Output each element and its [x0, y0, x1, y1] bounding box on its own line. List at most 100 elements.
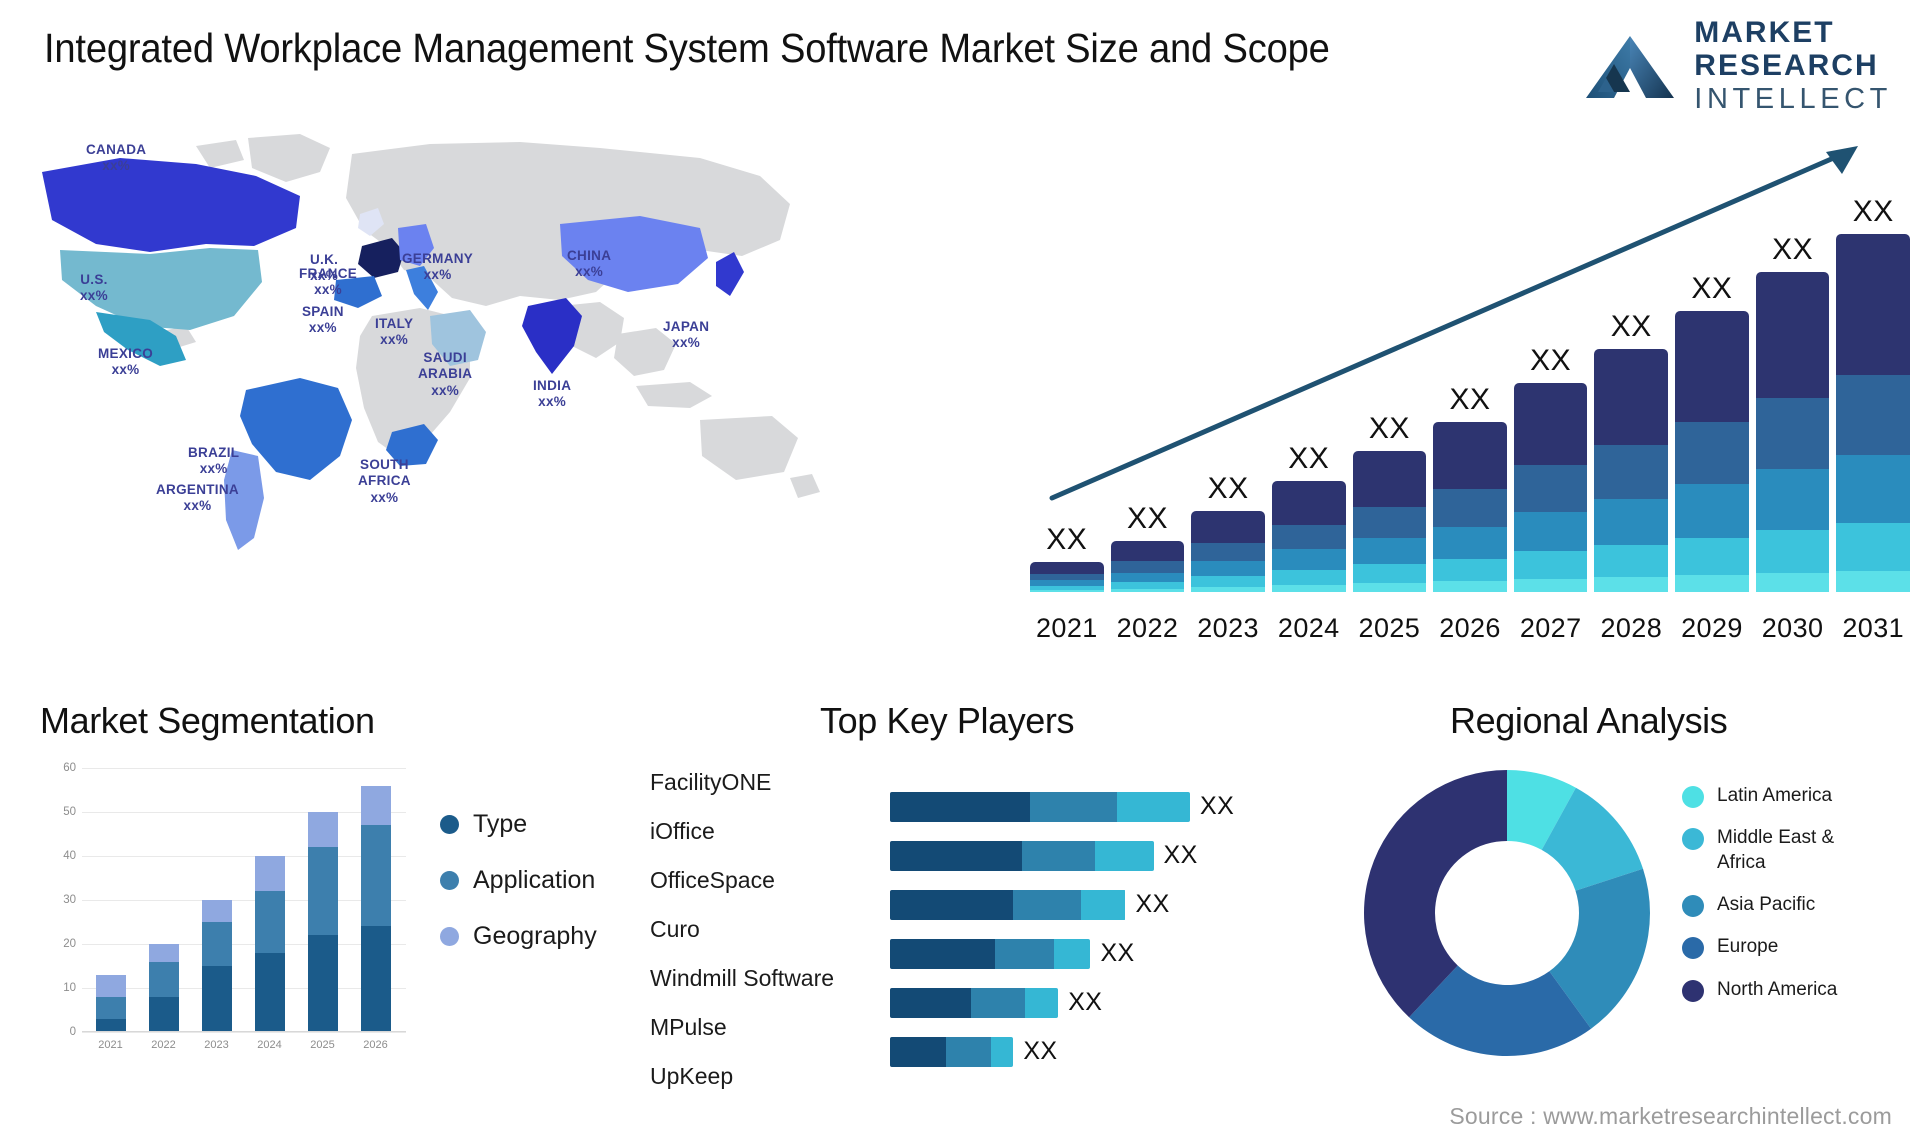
- player-bar-segment: [1094, 840, 1154, 871]
- legend-dot-icon: [1682, 979, 1704, 1002]
- player-name-list: FacilityONE iOffice OfficeSpace Curo Windmil…: [650, 758, 890, 1101]
- segmentation-x-tick: 2024: [257, 1039, 282, 1051]
- forecast-bar-stack: [1594, 349, 1669, 592]
- forecast-bar-value-label: XX: [1691, 271, 1733, 305]
- segmentation-legend-label: Type: [473, 810, 528, 838]
- player-bars-list: XX XX XX XX XX XX: [890, 782, 1310, 1076]
- legend-dot-icon: [440, 927, 459, 946]
- donut-slice[interactable]: [1364, 770, 1507, 1018]
- map-label-value: xx%: [370, 489, 399, 505]
- segmentation-legend-item[interactable]: Geography: [440, 922, 597, 951]
- forecast-bar-segment: [1030, 562, 1104, 574]
- map-label-india: INDIA xx%: [533, 378, 571, 411]
- forecast-bar-segment: [1271, 549, 1346, 570]
- forecast-bar-column: XX: [1433, 192, 1507, 592]
- player-name: UpKeep: [650, 1063, 734, 1089]
- forecast-bar-segment: [1675, 574, 1749, 592]
- player-name: OfficeSpace: [650, 867, 775, 893]
- map-label-country: BRAZIL: [188, 445, 240, 460]
- forecast-year-label: 2027: [1519, 613, 1582, 643]
- forecast-bar-segment: [1433, 558, 1507, 582]
- segmentation-bar: [307, 768, 338, 1032]
- segmentation-bar-segment: [254, 891, 285, 953]
- map-label-value: xx%: [183, 498, 212, 514]
- forecast-year-label: 2029: [1681, 613, 1743, 643]
- map-label-value: xx%: [102, 158, 131, 174]
- segmentation-legend-item[interactable]: Application: [440, 866, 597, 895]
- forecast-bar-column: XX: [1110, 192, 1185, 592]
- forecast-bar-segment: [1755, 572, 1830, 592]
- player-bar-value-label: XX: [1163, 841, 1198, 869]
- forecast-year-label: 2028: [1600, 613, 1663, 643]
- forecast-bar-segment: [1030, 589, 1104, 592]
- map-label-value: xx%: [538, 394, 567, 410]
- forecast-bar-value-label: XX: [1207, 472, 1249, 506]
- map-label-country: SAUDI ARABIA: [418, 350, 473, 382]
- forecast-bar-value-label: XX: [1126, 501, 1168, 535]
- forecast-bar-stack: [1352, 451, 1427, 592]
- segmentation-bar-segment: [307, 812, 338, 848]
- map-label-country: INDIA: [533, 378, 572, 393]
- forecast-bar-segment: [1836, 522, 1911, 571]
- segmentation-legend-item[interactable]: Type: [440, 810, 597, 839]
- forecast-bar-column: XX: [1836, 192, 1911, 592]
- segmentation-legend: Type Application Geography: [440, 810, 597, 978]
- forecast-bar-segment: [1352, 564, 1427, 584]
- forecast-bar-segment: [1836, 570, 1911, 592]
- regional-legend-item[interactable]: Middle East & Africa: [1682, 826, 1887, 875]
- map-label-value: xx%: [314, 282, 342, 298]
- map-label-value: xx%: [575, 264, 604, 280]
- forecast-bar-segment: [1271, 481, 1346, 525]
- segmentation-x-axis: 2021 2022 2023 2024 2025 2026: [84, 1034, 402, 1058]
- forecast-bar-segment: [1594, 444, 1669, 500]
- segmentation-bar-segment: [307, 935, 338, 1032]
- player-bar-value-label: XX: [1023, 1037, 1058, 1065]
- logo-line-3: INTELLECT: [1694, 83, 1892, 115]
- forecast-bar-segment: [1513, 579, 1588, 592]
- forecast-year-label: 2026: [1439, 613, 1501, 643]
- player-bar-row: XX: [890, 880, 1310, 929]
- forecast-bar-segment: [1675, 537, 1749, 575]
- player-bar-segment: [1013, 889, 1081, 920]
- regional-legend-item[interactable]: Asia Pacific: [1682, 893, 1887, 917]
- legend-dot-icon: [440, 815, 459, 834]
- regional-legend-item[interactable]: Latin America: [1682, 784, 1887, 808]
- market-segmentation-title: Market Segmentation: [40, 700, 375, 741]
- segmentation-bar-segment: [254, 952, 285, 1032]
- forecast-year-label: 2031: [1842, 613, 1905, 643]
- map-label-country: SPAIN: [302, 304, 344, 319]
- regional-legend-item[interactable]: North America: [1682, 978, 1887, 1002]
- map-label-saudiarabia: SAUDI ARABIA xx%: [418, 350, 472, 399]
- player-bar-row: XX: [890, 782, 1310, 831]
- forecast-year-label: 2030: [1761, 613, 1824, 643]
- segmentation-bar-segment: [148, 996, 179, 1032]
- regional-legend-label: North America: [1717, 978, 1838, 1000]
- map-label-country: CANADA: [86, 142, 147, 157]
- forecast-year-label: 2021: [1035, 613, 1098, 643]
- legend-dot-icon: [1682, 937, 1704, 960]
- map-country-india: [522, 298, 582, 374]
- segmentation-bar-segment: [201, 922, 232, 966]
- map-label-mexico: MEXICO xx%: [98, 346, 153, 379]
- map-label-country: SOUTH AFRICA: [358, 457, 411, 489]
- segmentation-gridline: [82, 1032, 406, 1033]
- regional-donut-svg: [1364, 770, 1650, 1056]
- regional-analysis-panel: Regional Analysis Latin America Middle Ea…: [1320, 700, 1920, 1130]
- player-bar-row: XX: [890, 831, 1310, 880]
- market-segmentation-chart: 0 10 20 30 40 50 60 2021 2022 2023 2024 2025 2026: [46, 762, 406, 1058]
- regional-legend-item[interactable]: Europe: [1682, 935, 1887, 960]
- forecast-bar-stack: [1110, 540, 1185, 592]
- map-country-japan: [716, 252, 744, 296]
- forecast-bar-segment: [1352, 583, 1427, 592]
- map-country-france: [358, 238, 404, 278]
- forecast-bar-value-label: XX: [1368, 412, 1410, 446]
- legend-dot-icon: [1682, 786, 1704, 808]
- segmentation-bar-segment: [95, 996, 126, 1019]
- player-bar-segment: [1021, 840, 1095, 871]
- map-label-value: xx%: [111, 362, 140, 378]
- player-bar-segment: [1117, 791, 1190, 822]
- segmentation-baseline: [82, 1031, 406, 1032]
- regional-legend-label: Latin America: [1717, 785, 1833, 806]
- forecast-bar-stack: [1755, 272, 1830, 592]
- segmentation-x-tick: 2023: [204, 1039, 229, 1051]
